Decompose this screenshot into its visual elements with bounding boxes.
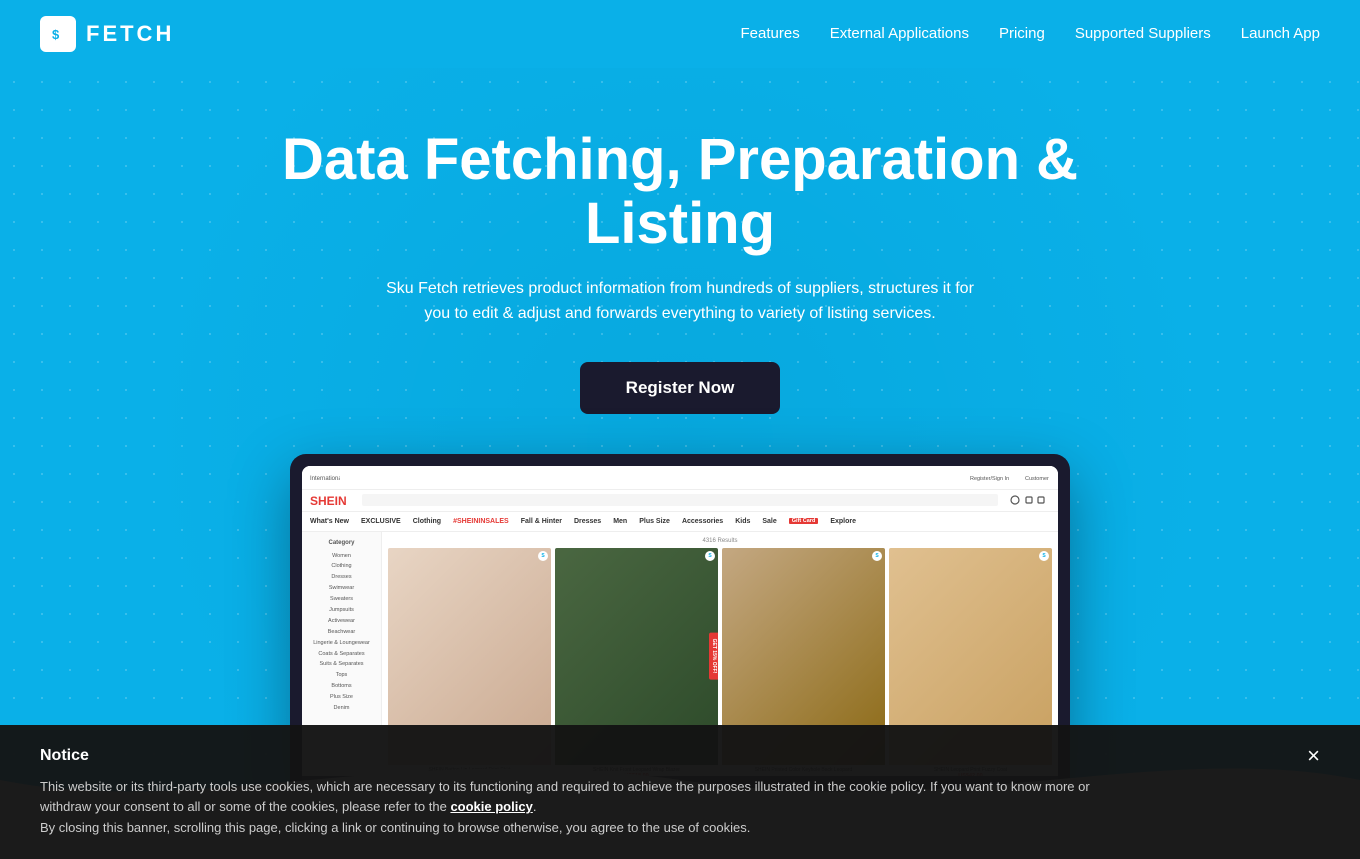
navbar: $ FETCH Features External Applications P… — [0, 0, 1360, 68]
nav-item-features[interactable]: Features — [741, 25, 800, 42]
logo-text: FETCH — [86, 21, 174, 47]
register-now-button[interactable]: Register Now — [580, 362, 781, 414]
nav-item-external-applications[interactable]: External Applications — [830, 25, 969, 42]
cookie-text: This website or its third-party tools us… — [40, 777, 1140, 839]
hero-subtitle: Sku Fetch retrieves product information … — [380, 276, 980, 327]
launch-app-button[interactable]: Launch App — [1241, 25, 1320, 42]
cookie-notice: Notice × This website or its third-party… — [0, 725, 1360, 859]
nav-links: Features External Applications Pricing S… — [741, 25, 1321, 43]
nav-item-pricing[interactable]: Pricing — [999, 25, 1045, 42]
cookie-body-text: This website or its third-party tools us… — [40, 779, 1090, 815]
shein-logo-bar: SHEIN — [302, 490, 1058, 512]
shein-topbar: International Site USD Register/Sign In … — [302, 466, 1058, 490]
product-count: 4316 Results — [388, 538, 1052, 544]
shein-nav: What's New EXCLUSIVE Clothing #SHEININSA… — [302, 512, 1058, 532]
svg-text:International Site: International Site — [310, 476, 340, 481]
cookie-policy-link[interactable]: cookie policy — [450, 799, 532, 814]
svg-text:$: $ — [52, 27, 60, 42]
hero-section: Data Fetching, Preparation & Listing Sku… — [0, 68, 1360, 820]
cookie-close-button[interactable]: × — [1307, 745, 1320, 767]
svg-text:Register/Sign In: Register/Sign In — [970, 476, 1009, 481]
svg-text:Customer Care: Customer Care — [1025, 476, 1050, 481]
hero-title: Data Fetching, Preparation & Listing — [230, 128, 1130, 256]
cookie-header: Notice × — [40, 745, 1320, 767]
svg-text:SHEIN: SHEIN — [310, 494, 347, 507]
nav-item-supported-suppliers[interactable]: Supported Suppliers — [1075, 25, 1211, 42]
cookie-title: Notice — [40, 747, 89, 765]
logo[interactable]: $ FETCH — [40, 16, 174, 52]
cookie-body-suffix: By closing this banner, scrolling this p… — [40, 820, 750, 835]
promo-ribbon: GET 15% OFF! — [709, 633, 718, 680]
logo-icon: $ — [40, 16, 76, 52]
